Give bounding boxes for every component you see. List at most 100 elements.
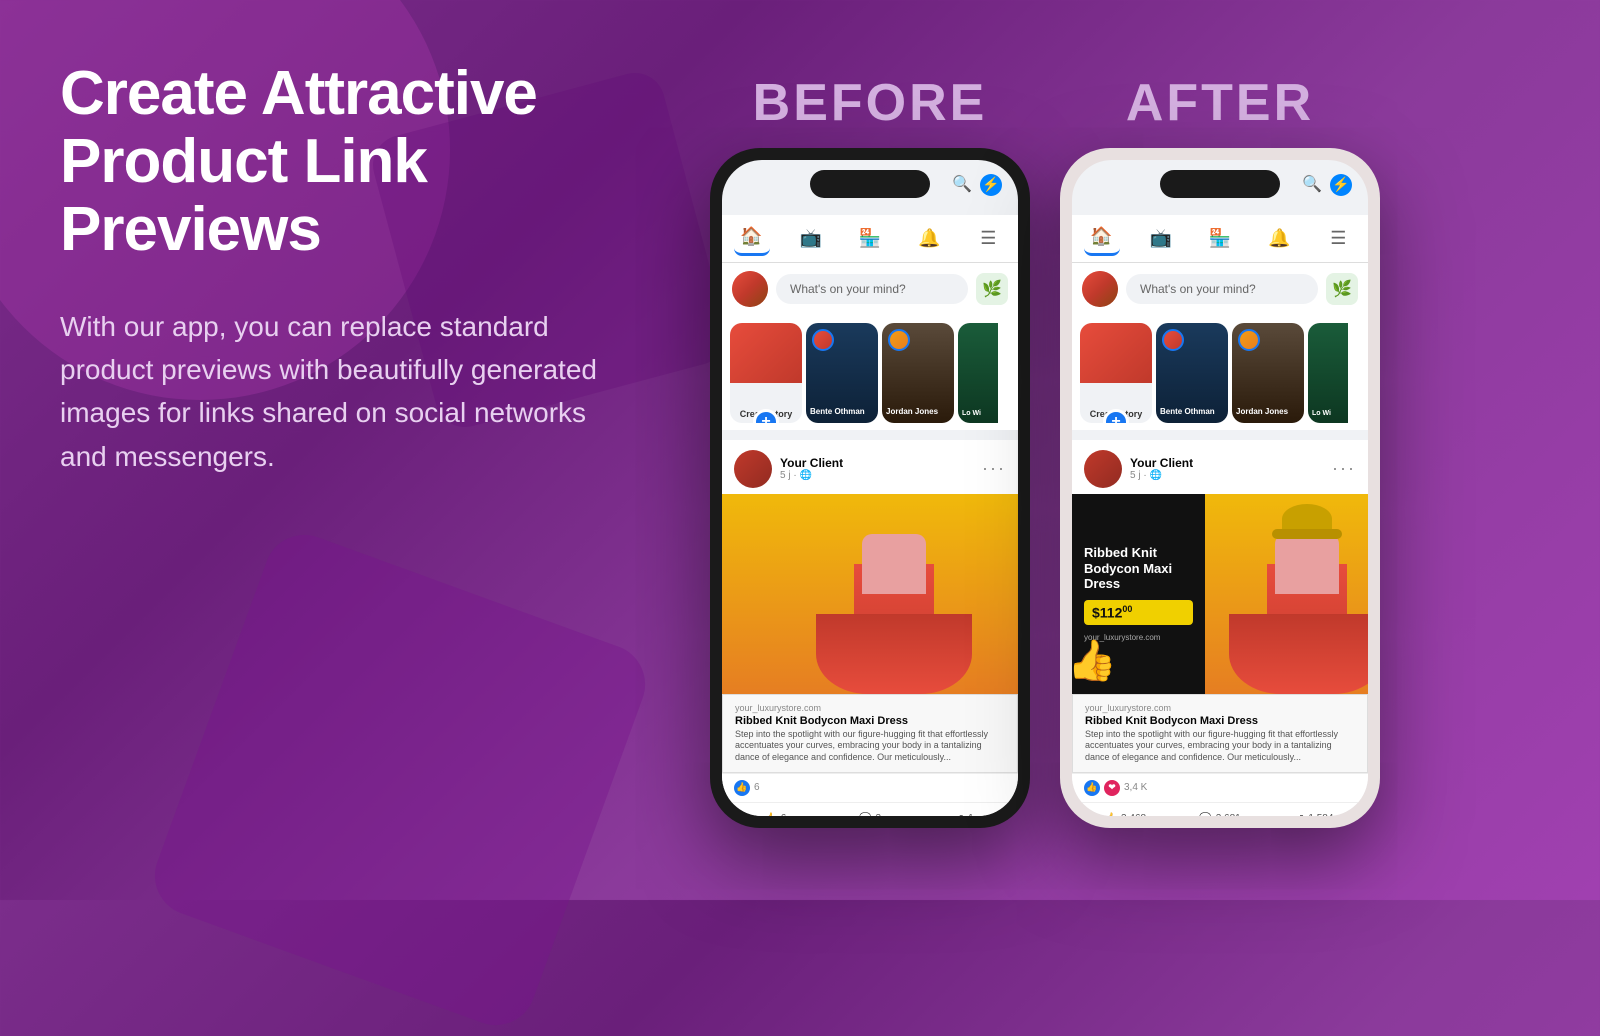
after-share-btn[interactable]: ↗ 1 584 <box>1269 807 1360 816</box>
after-story-bente[interactable]: Bente Othman <box>1156 323 1228 423</box>
before-share-count: 1 <box>968 813 974 816</box>
after-story-partial-name: Lo Wi <box>1312 410 1346 417</box>
search-icon-after: 🔍 <box>1302 174 1322 194</box>
after-post-link-preview: your_luxurystore.com Ribbed Knit Bodycon… <box>1072 694 1368 773</box>
after-like-count: 3 468 <box>1121 813 1146 816</box>
nav-store-after[interactable]: 🏪 <box>1202 220 1238 256</box>
after-photo-btn[interactable]: 🌿 <box>1326 273 1358 305</box>
left-section: Create Attractive Product Link Previews … <box>60 60 640 478</box>
after-link-title: Ribbed Knit Bodycon Maxi Dress <box>1085 715 1355 727</box>
before-story-jordan-avatar <box>888 329 910 351</box>
before-story-bente-avatar <box>812 329 834 351</box>
before-container: BEFORE 🔍 ⚡ 🏠 📺 🏪 🔔 ☰ <box>710 73 1030 828</box>
after-story-jordan[interactable]: Jordan Jones <box>1232 323 1304 423</box>
after-reaction-love: ❤ <box>1104 780 1120 796</box>
before-nav: 🏠 📺 🏪 🔔 ☰ <box>722 215 1018 263</box>
before-post-avatar <box>734 450 772 488</box>
nav-menu-before[interactable]: ☰ <box>970 220 1006 256</box>
after-share-count: 1 584 <box>1308 813 1333 816</box>
after-story-bente-name: Bente Othman <box>1160 407 1224 417</box>
before-phone: 🔍 ⚡ 🏠 📺 🏪 🔔 ☰ What's on your mind? <box>710 148 1030 828</box>
before-share-btn[interactable]: ↗ 1 <box>919 807 1010 816</box>
messenger-icon-after: ⚡ <box>1330 174 1352 196</box>
after-post-username: Your Client <box>1130 456 1324 470</box>
before-post-more[interactable]: ··· <box>982 458 1006 479</box>
phones-area: BEFORE 🔍 ⚡ 🏠 📺 🏪 🔔 ☰ <box>680 0 1580 900</box>
after-create-story[interactable]: + Create story <box>1080 323 1152 423</box>
after-nav: 🏠 📺 🏪 🔔 ☰ <box>1072 215 1368 263</box>
after-post-avatar <box>1084 450 1122 488</box>
before-label: BEFORE <box>753 73 988 133</box>
before-link-title: Ribbed Knit Bodycon Maxi Dress <box>735 715 1005 727</box>
after-phone: 🔍 ⚡ 🏠 📺 🏪 🔔 ☰ What's on your mind? <box>1060 148 1380 828</box>
after-comment-count: 2 681 <box>1216 813 1241 816</box>
before-reaction-like: 👍 <box>734 780 750 796</box>
after-post-card: Your Client 5 j · 🌐 ··· Ribbed Knit Body… <box>1072 440 1368 816</box>
after-product-name: Ribbed Knit Bodycon Maxi Dress <box>1084 545 1193 592</box>
nav-home-after[interactable]: 🏠 <box>1084 220 1120 256</box>
nav-bell-after[interactable]: 🔔 <box>1261 220 1297 256</box>
before-comment-btn[interactable]: 💬 3 <box>825 807 916 816</box>
after-search-bar: What's on your mind? 🌿 <box>1072 263 1368 315</box>
after-price-cents: 00 <box>1122 604 1132 614</box>
before-post-user-info: Your Client 5 j · 🌐 <box>780 456 974 481</box>
messenger-icon-before: ⚡ <box>980 174 1002 196</box>
before-post-meta: 5 j · 🌐 <box>780 470 974 481</box>
after-story-jordan-avatar <box>1238 329 1260 351</box>
after-post-area: Your Client 5 j · 🌐 ··· Ribbed Knit Body… <box>1072 440 1368 816</box>
after-reaction-count: 3,4 K <box>1124 782 1147 793</box>
after-post-user-info: Your Client 5 j · 🌐 <box>1130 456 1324 481</box>
after-post-meta: 5 j · 🌐 <box>1130 470 1324 481</box>
after-post-image: Ribbed Knit Bodycon Maxi Dress $11200 yo… <box>1072 494 1368 694</box>
main-title: Create Attractive Product Link Previews <box>60 60 640 265</box>
after-phone-inner: 🔍 ⚡ 🏠 📺 🏪 🔔 ☰ What's on your mind? <box>1072 160 1368 816</box>
before-story-bente[interactable]: Bente Othman <box>806 323 878 423</box>
after-post-more[interactable]: ··· <box>1332 458 1356 479</box>
before-post-link-preview: your_luxurystore.com Ribbed Knit Bodycon… <box>722 694 1018 773</box>
before-user-avatar <box>732 271 768 307</box>
after-post-header: Your Client 5 j · 🌐 ··· <box>1072 440 1368 494</box>
nav-home-before[interactable]: 🏠 <box>734 220 770 256</box>
dynamic-island-after <box>1160 170 1280 198</box>
before-story-bente-name: Bente Othman <box>810 407 874 417</box>
before-link-domain: your_luxurystore.com <box>735 703 1005 713</box>
after-container: AFTER 🔍 ⚡ 🏠 📺 🏪 🔔 ☰ <box>1060 73 1380 828</box>
after-like-btn[interactable]: 👍 3 468 <box>1080 807 1171 816</box>
thumbs-up-emoji: 👍 <box>1072 637 1117 684</box>
before-create-story[interactable]: + Create story <box>730 323 802 423</box>
nav-bell-before[interactable]: 🔔 <box>911 220 947 256</box>
after-comment-btn[interactable]: 💬 2 681 <box>1175 807 1266 816</box>
before-mind-input[interactable]: What's on your mind? <box>776 274 968 304</box>
nav-video-after[interactable]: 📺 <box>1143 220 1179 256</box>
search-icon-before: 🔍 <box>952 174 972 194</box>
after-product-price: $11200 <box>1084 600 1193 625</box>
dynamic-island-before <box>810 170 930 198</box>
before-story-partial[interactable]: Lo Wi <box>958 323 998 423</box>
before-photo-btn[interactable]: 🌿 <box>976 273 1008 305</box>
nav-video-before[interactable]: 📺 <box>793 220 829 256</box>
before-comment-count: 3 <box>875 813 881 816</box>
after-link-domain: your_luxurystore.com <box>1085 703 1355 713</box>
before-reaction-count: 6 <box>754 782 760 793</box>
before-post-header: Your Client 5 j · 🌐 ··· <box>722 440 1018 494</box>
after-story-bente-avatar <box>1162 329 1184 351</box>
after-reaction-like: 👍 <box>1084 780 1100 796</box>
after-story-partial[interactable]: Lo Wi <box>1308 323 1348 423</box>
before-post-image <box>722 494 1018 694</box>
nav-menu-after[interactable]: ☰ <box>1320 220 1356 256</box>
nav-store-before[interactable]: 🏪 <box>852 220 888 256</box>
after-link-desc: Step into the spotlight with our figure-… <box>1085 729 1355 764</box>
before-top-bar: 🔍 ⚡ <box>952 160 1018 196</box>
before-phone-inner: 🔍 ⚡ 🏠 📺 🏪 🔔 ☰ What's on your mind? <box>722 160 1018 816</box>
after-post-actions: 👍 3 468 💬 2 681 ↗ 1 584 <box>1072 802 1368 816</box>
before-post-card: Your Client 5 j · 🌐 ··· <box>722 440 1018 816</box>
before-story-jordan-name: Jordan Jones <box>886 407 950 417</box>
after-user-avatar <box>1082 271 1118 307</box>
after-stories: + Create story Bente Othman Jordan Jones <box>1072 315 1368 430</box>
before-story-jordan[interactable]: Jordan Jones <box>882 323 954 423</box>
before-like-btn[interactable]: 👍 6 <box>730 807 821 816</box>
after-label: AFTER <box>1126 73 1314 133</box>
after-price-main: $112 <box>1092 605 1122 621</box>
subtitle: With our app, you can replace standard p… <box>60 305 640 479</box>
after-mind-input[interactable]: What's on your mind? <box>1126 274 1318 304</box>
